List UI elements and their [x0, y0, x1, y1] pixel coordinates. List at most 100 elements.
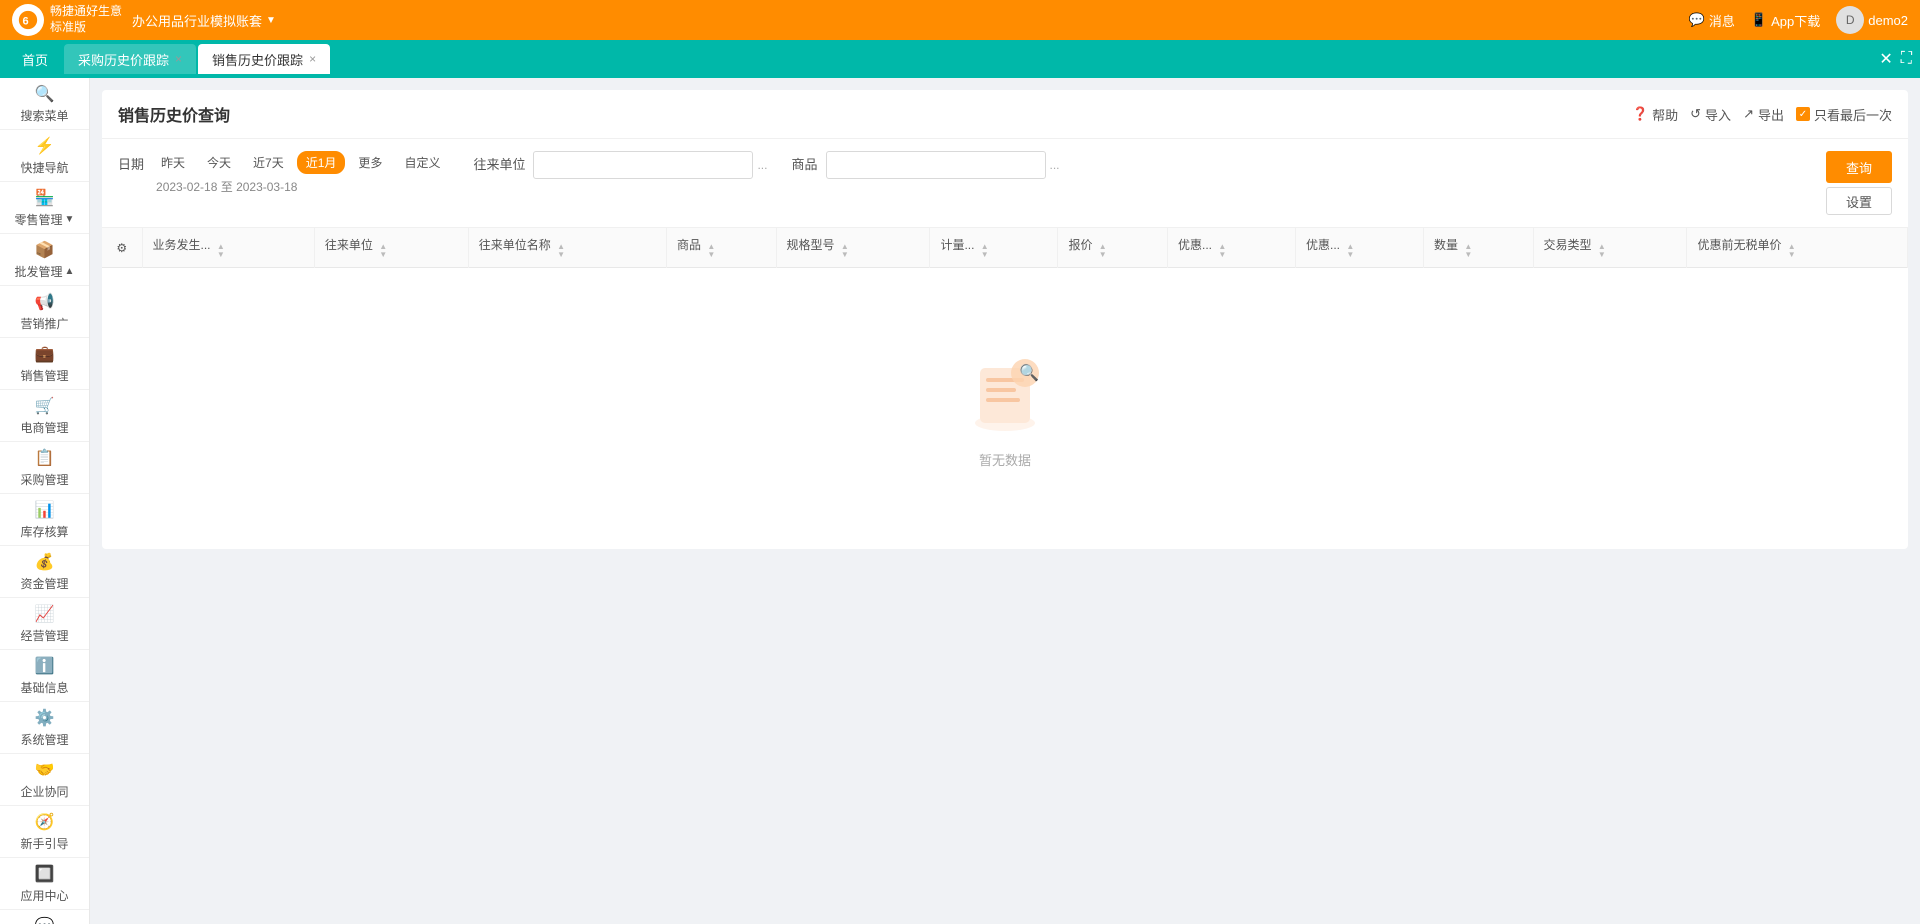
- messaging-button[interactable]: 💬 消息: [1689, 11, 1735, 30]
- from-unit-dots-button[interactable]: ...: [757, 158, 767, 172]
- table-col-from-unit-name[interactable]: 往来单位名称 ▲▼: [468, 228, 666, 268]
- user-avatar-area[interactable]: D demo2: [1836, 6, 1908, 34]
- date-filter-label: 日期: [118, 151, 144, 179]
- date-options: 昨天 今天 近7天 近1月 更多 自定义 2023-02-18 至 2023-0…: [152, 151, 449, 195]
- table-col-unit[interactable]: 计量... ▲▼: [930, 228, 1058, 268]
- data-table: ⚙ 业务发生... ▲▼ 往来单位 ▲▼ 往来单位名称 ▲: [102, 228, 1908, 268]
- table-col-from-unit[interactable]: 往来单位 ▲▼: [314, 228, 468, 268]
- sidebar-item-ecommerce[interactable]: 🛒 电商管理: [0, 390, 89, 442]
- sidebar-item-operations[interactable]: 📈 经营管理: [0, 598, 89, 650]
- messaging-label: 消息: [1709, 11, 1735, 30]
- last-only-checkbox-label[interactable]: ✓ 只看最后一次: [1796, 105, 1892, 124]
- tab-home-label: 首页: [22, 50, 48, 69]
- sidebar-item-search[interactable]: 🔍 搜索菜单: [0, 78, 89, 130]
- help-button[interactable]: ❓ 帮助: [1632, 105, 1678, 124]
- search-button[interactable]: 查询: [1826, 151, 1892, 183]
- sort-icon: ▲▼: [1598, 243, 1606, 259]
- table-col-spec[interactable]: 规格型号 ▲▼: [776, 228, 930, 268]
- table-col-trade-type[interactable]: 交易类型 ▲▼: [1533, 228, 1687, 268]
- sort-icon: ▲▼: [217, 243, 225, 259]
- from-unit-input-wrapper: ...: [533, 151, 767, 179]
- sidebar-item-system[interactable]: ⚙️ 系统管理: [0, 702, 89, 754]
- sidebar-sales-label: 销售管理: [20, 367, 68, 384]
- sidebar-item-retail[interactable]: 🏪 零售管理 ▼: [0, 182, 89, 234]
- sidebar-item-basic[interactable]: ℹ️ 基础信息: [0, 650, 89, 702]
- date-btn-today[interactable]: 今天: [198, 151, 240, 174]
- app-selector[interactable]: 办公用品行业模拟账套 ▼: [132, 11, 276, 30]
- sidebar-marketing-label: 营销推广: [20, 315, 68, 332]
- enterprise-icon: 🤝: [35, 760, 55, 780]
- sort-icon: ▲▼: [841, 243, 849, 259]
- page-card: 销售历史价查询 ❓ 帮助 ↺ 导入 ↗ 导出 ✓: [102, 90, 1908, 549]
- tab-close-all-icon[interactable]: ✕: [1879, 49, 1892, 69]
- sidebar-item-sales-mgmt[interactable]: 💼 销售管理: [0, 338, 89, 390]
- content-area: 销售历史价查询 ❓ 帮助 ↺ 导入 ↗ 导出 ✓: [90, 78, 1920, 924]
- table-col-tax-free-price[interactable]: 优惠前无税单价 ▲▼: [1687, 228, 1908, 268]
- sidebar-item-purchase-mgmt[interactable]: 📋 采购管理: [0, 442, 89, 494]
- sidebar-purchase-label: 采购管理: [20, 471, 68, 488]
- tab-sales-label: 销售历史价跟踪: [212, 50, 303, 69]
- wholesale-icon: 📦: [35, 240, 55, 260]
- tab-purchase-close-icon[interactable]: ×: [175, 52, 182, 66]
- tab-sales[interactable]: 销售历史价跟踪 ×: [198, 44, 330, 74]
- sidebar-item-wholesale[interactable]: 📦 批发管理 ▲: [0, 234, 89, 286]
- tab-sales-close-icon[interactable]: ×: [309, 52, 316, 66]
- date-btn-custom[interactable]: 自定义: [395, 151, 449, 174]
- settings-button[interactable]: 设置: [1826, 187, 1892, 215]
- sort-icon: ▲▼: [707, 243, 715, 259]
- table-col-quote[interactable]: 报价 ▲▼: [1058, 228, 1168, 268]
- filter-row: 日期 昨天 今天 近7天 近1月 更多 自定义 2023-02-18 至 202…: [102, 139, 1908, 228]
- from-unit-input[interactable]: [533, 151, 753, 179]
- sidebar-item-apps[interactable]: 🔲 应用中心: [0, 858, 89, 910]
- table-container: ⚙ 业务发生... ▲▼ 往来单位 ▲▼ 往来单位名称 ▲: [102, 228, 1908, 549]
- date-range-text: 2023-02-18 至 2023-03-18: [156, 178, 449, 195]
- sort-icon: ▲▼: [1099, 243, 1107, 259]
- sidebar-item-enterprise[interactable]: 🤝 企业协同: [0, 754, 89, 806]
- app-download-button[interactable]: 📱 App下载: [1751, 11, 1820, 30]
- table-col-product[interactable]: 商品 ▲▼: [667, 228, 777, 268]
- date-btn-yesterday[interactable]: 昨天: [152, 151, 194, 174]
- tab-purchase[interactable]: 采购历史价跟踪 ×: [64, 44, 196, 74]
- empty-icon: 🔍: [960, 348, 1050, 438]
- tab-home[interactable]: 首页: [8, 44, 62, 74]
- page-header-actions: ❓ 帮助 ↺ 导入 ↗ 导出 ✓ 只看最后一次: [1632, 105, 1892, 124]
- sidebar-system-label: 系统管理: [20, 731, 68, 748]
- sidebar-item-inventory[interactable]: 📊 库存核算: [0, 494, 89, 546]
- import-button[interactable]: ↺ 导入: [1690, 105, 1731, 124]
- date-btn-more[interactable]: 更多: [349, 151, 391, 174]
- sidebar-item-wechat[interactable]: 💬 企业微信: [0, 910, 89, 924]
- chevron-down-icon: ▼: [266, 15, 276, 26]
- table-header-row: ⚙ 业务发生... ▲▼ 往来单位 ▲▼ 往来单位名称 ▲: [102, 228, 1908, 268]
- sidebar-retail-label: 零售管理: [15, 211, 63, 228]
- sidebar-search-label: 搜索菜单: [20, 107, 68, 124]
- wechat-icon: 💬: [35, 916, 55, 924]
- app-download-label: App下载: [1771, 11, 1820, 30]
- table-col-settings[interactable]: ⚙: [102, 228, 142, 268]
- tab-maximize-icon[interactable]: ⛶: [1901, 50, 1912, 68]
- operations-icon: 📈: [35, 604, 55, 624]
- table-col-discount1[interactable]: 优惠... ▲▼: [1167, 228, 1295, 268]
- sidebar-item-guide[interactable]: 🧭 新手引导: [0, 806, 89, 858]
- date-btn-7days[interactable]: 近7天: [244, 151, 293, 174]
- sidebar-wholesale-label: 批发管理: [15, 263, 63, 280]
- date-buttons: 昨天 今天 近7天 近1月 更多 自定义: [152, 151, 449, 174]
- date-btn-1month[interactable]: 近1月: [297, 151, 346, 174]
- logo-text: 畅捷通好生意 标准版: [50, 4, 122, 35]
- export-icon: ↗: [1743, 106, 1754, 122]
- sidebar-item-marketing[interactable]: 📢 营销推广: [0, 286, 89, 338]
- apps-icon: 🔲: [35, 864, 55, 884]
- sidebar-item-shortcut[interactable]: ⚡ 快捷导航: [0, 130, 89, 182]
- export-button[interactable]: ↗ 导出: [1743, 105, 1784, 124]
- product-filter-group: 商品 ...: [791, 151, 1059, 179]
- table-col-biz-date[interactable]: 业务发生... ▲▼: [142, 228, 314, 268]
- system-icon: ⚙️: [35, 708, 55, 728]
- tab-purchase-label: 采购历史价跟踪: [78, 50, 169, 69]
- table-col-qty[interactable]: 数量 ▲▼: [1424, 228, 1534, 268]
- sidebar-item-finance[interactable]: 💰 资金管理: [0, 546, 89, 598]
- table-col-discount2[interactable]: 优惠... ▲▼: [1296, 228, 1424, 268]
- app-name: 办公用品行业模拟账套: [132, 11, 262, 30]
- inventory-icon: 📊: [35, 500, 55, 520]
- product-dots-button[interactable]: ...: [1050, 158, 1060, 172]
- product-input[interactable]: [826, 151, 1046, 179]
- basic-icon: ℹ️: [35, 656, 55, 676]
